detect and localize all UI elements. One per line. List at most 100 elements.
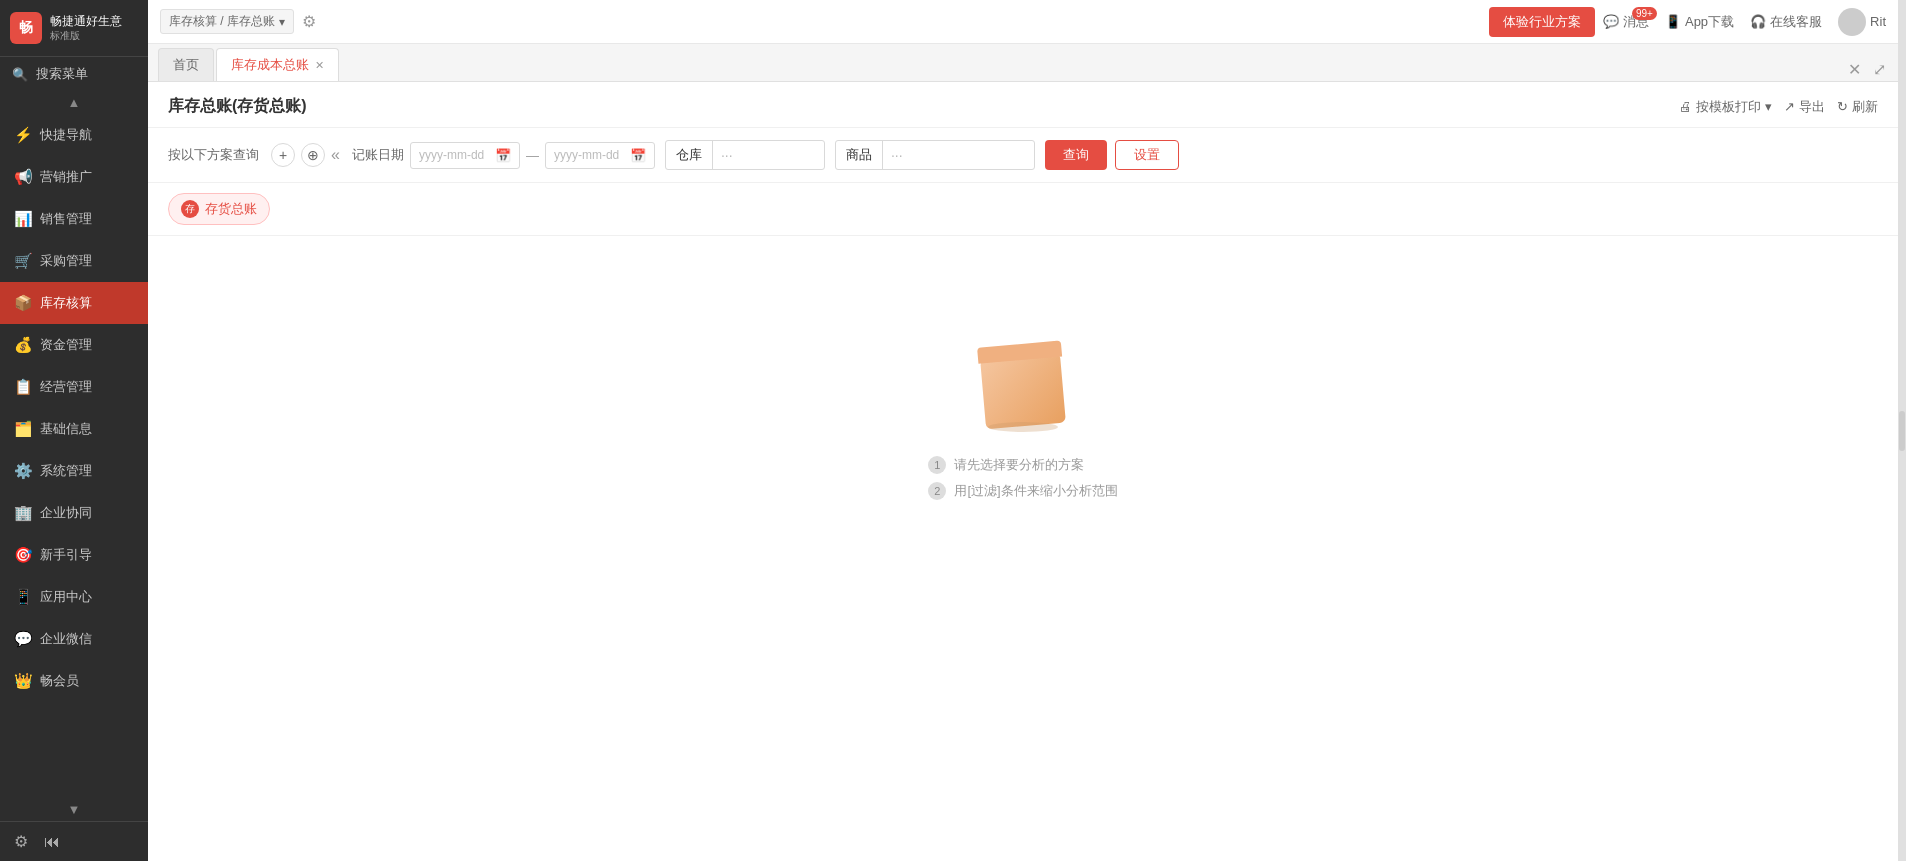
topbar-settings-icon[interactable]: ⚙ — [298, 8, 320, 35]
product-label: 商品 — [836, 141, 883, 169]
sidebar-item-purchase[interactable]: 🛒 采购管理 — [0, 240, 148, 282]
print-dropdown-icon: ▾ — [1765, 99, 1772, 114]
tab-inventory-ledger[interactable]: 库存成本总账 ✕ — [216, 48, 339, 81]
inventory-icon: 📦 — [14, 294, 32, 312]
sidebar-item-enterprise[interactable]: 🏢 企业协同 — [0, 492, 148, 534]
basic-info-icon: 🗂️ — [14, 420, 32, 438]
warehouse-more-icon[interactable]: ··· — [713, 142, 741, 168]
expand-panel-icon[interactable]: ⤢ — [1869, 58, 1890, 81]
settings-footer-icon[interactable]: ⚙ — [14, 832, 28, 851]
refresh-icon: ↻ — [1837, 99, 1848, 114]
sidebar-item-inventory[interactable]: 📦 库存核算 — [0, 282, 148, 324]
scheme-item-active[interactable]: 存 存货总账 — [168, 193, 270, 225]
logo-text: 畅捷通好生意 标准版 — [50, 14, 122, 43]
warehouse-filter[interactable]: 仓库 ··· — [665, 140, 825, 170]
breadcrumb[interactable]: 库存核算 / 库存总账 ▾ — [160, 9, 294, 34]
message-icon: 💬 — [1603, 14, 1619, 29]
operations-icon: 📋 — [14, 378, 32, 396]
empty-state: 1 请先选择要分析的方案 2 用[过滤]条件来缩小分析范围 — [148, 236, 1898, 580]
marketing-icon: 📢 — [14, 168, 32, 186]
industry-solution-button[interactable]: 体验行业方案 — [1489, 7, 1595, 37]
print-icon: 🖨 — [1679, 99, 1692, 114]
system-icon: ⚙️ — [14, 462, 32, 480]
settings-button[interactable]: 设置 — [1115, 140, 1179, 170]
warehouse-label: 仓库 — [666, 141, 713, 169]
sidebar-search[interactable]: 🔍 搜索菜单 — [0, 57, 148, 91]
hint-text-1: 请先选择要分析的方案 — [954, 456, 1084, 474]
tabs-bar: 首页 库存成本总账 ✕ ✕ ⤢ — [148, 44, 1898, 82]
close-panel-icon[interactable]: ✕ — [1844, 58, 1865, 81]
sidebar-item-sales[interactable]: 📊 销售管理 — [0, 198, 148, 240]
collapse-sidebar-icon[interactable]: ⏮ — [44, 833, 60, 851]
app-center-icon: 📱 — [14, 588, 32, 606]
resize-handle — [1899, 411, 1905, 451]
hint-text-2: 用[过滤]条件来缩小分析范围 — [954, 482, 1117, 500]
sidebar-item-operations[interactable]: 📋 经营管理 — [0, 366, 148, 408]
header-actions: 🖨 按模板打印 ▾ ↗ 导出 ↻ 刷新 — [1679, 98, 1878, 116]
message-badge: 99+ — [1632, 7, 1657, 20]
date-start-input[interactable]: yyyy-mm-dd 📅 — [410, 142, 520, 169]
scroll-up-btn[interactable]: ▲ — [0, 91, 148, 114]
app-download-btn[interactable]: 📱 App下载 — [1665, 13, 1734, 31]
scheme-selector: 存 存货总账 — [148, 183, 1898, 236]
product-filter[interactable]: 商品 ··· — [835, 140, 1035, 170]
page-header: 库存总账(存货总账) 🖨 按模板打印 ▾ ↗ 导出 ↻ 刷新 — [148, 82, 1898, 128]
filter-collapse-icon[interactable]: « — [331, 146, 340, 164]
date-separator: — — [526, 148, 539, 163]
refresh-btn[interactable]: ↻ 刷新 — [1837, 98, 1878, 116]
hint-num-1: 1 — [928, 456, 946, 474]
date-input-group: 记账日期 yyyy-mm-dd 📅 — yyyy-mm-dd 📅 — [352, 142, 655, 169]
sidebar-logo: 畅 畅捷通好生意 标准版 — [0, 0, 148, 57]
content-area: 库存总账(存货总账) 🖨 按模板打印 ▾ ↗ 导出 ↻ 刷新 按以下方案查询 — [148, 82, 1898, 861]
guide-icon: 🎯 — [14, 546, 32, 564]
filter-label: 按以下方案查询 — [168, 146, 259, 164]
sidebar-item-vip[interactable]: 👑 畅会员 — [0, 660, 148, 702]
tab-controls: ✕ ⤢ — [1844, 58, 1898, 81]
online-service-btn[interactable]: 🎧 在线客服 — [1750, 13, 1822, 31]
enterprise-icon: 🏢 — [14, 504, 32, 522]
empty-hints: 1 请先选择要分析的方案 2 用[过滤]条件来缩小分析范围 — [928, 456, 1117, 500]
filter-row: 记账日期 yyyy-mm-dd 📅 — yyyy-mm-dd 📅 仓库 ··· — [352, 140, 1179, 170]
search-icon: 🔍 — [12, 67, 28, 82]
sidebar-item-system[interactable]: ⚙️ 系统管理 — [0, 450, 148, 492]
export-btn[interactable]: ↗ 导出 — [1784, 98, 1825, 116]
filter-right-buttons: 查询 设置 — [1045, 140, 1179, 170]
product-more-icon[interactable]: ··· — [883, 142, 911, 168]
filter-add-button[interactable]: + — [271, 143, 295, 167]
sidebar-item-basic-info[interactable]: 🗂️ 基础信息 — [0, 408, 148, 450]
top-bar-right: 💬 消息 99+ 📱 App下载 🎧 在线客服 Rit — [1603, 8, 1886, 36]
top-bar-nav: 库存核算 / 库存总账 ▾ ⚙ — [160, 8, 1481, 35]
filter-actions: + ⊕ « — [271, 143, 340, 167]
message-btn[interactable]: 💬 消息 99+ — [1603, 13, 1649, 31]
calendar-start-icon[interactable]: 📅 — [495, 148, 511, 163]
user-avatar — [1838, 8, 1866, 36]
sidebar-item-app-center[interactable]: 📱 应用中心 — [0, 576, 148, 618]
finance-icon: 💰 — [14, 336, 32, 354]
sidebar-item-marketing[interactable]: 📢 营销推广 — [0, 156, 148, 198]
date-end-input[interactable]: yyyy-mm-dd 📅 — [545, 142, 655, 169]
right-panel-handle[interactable] — [1898, 0, 1906, 861]
breadcrumb-text: 库存核算 / 库存总账 — [169, 13, 275, 30]
sidebar: 畅 畅捷通好生意 标准版 🔍 搜索菜单 ▲ ⚡ 快捷导航 📢 营销推广 📊 销售… — [0, 0, 148, 861]
hint-item-2: 2 用[过滤]条件来缩小分析范围 — [928, 482, 1117, 500]
vip-icon: 👑 — [14, 672, 32, 690]
headset-icon: 🎧 — [1750, 14, 1766, 29]
filter-area: 按以下方案查询 + ⊕ « 记账日期 yyyy-mm-dd 📅 — yyyy-m… — [148, 128, 1898, 183]
print-template-btn[interactable]: 🖨 按模板打印 ▾ — [1679, 98, 1772, 116]
user-profile-btn[interactable]: Rit — [1838, 8, 1886, 36]
sidebar-item-finance[interactable]: 💰 资金管理 — [0, 324, 148, 366]
user-name: Rit — [1870, 14, 1886, 29]
sidebar-item-guide[interactable]: 🎯 新手引导 — [0, 534, 148, 576]
tab-close-icon[interactable]: ✕ — [315, 59, 324, 72]
sidebar-item-wechat[interactable]: 💬 企业微信 — [0, 618, 148, 660]
purchase-icon: 🛒 — [14, 252, 32, 270]
calendar-end-icon[interactable]: 📅 — [630, 148, 646, 163]
tab-home[interactable]: 首页 — [158, 48, 214, 81]
filter-more-button[interactable]: ⊕ — [301, 143, 325, 167]
query-button[interactable]: 查询 — [1045, 140, 1107, 170]
logo-icon: 畅 — [10, 12, 42, 44]
sidebar-footer: ⚙ ⏮ — [0, 821, 148, 861]
breadcrumb-chevron-icon: ▾ — [279, 15, 285, 29]
scroll-down-btn[interactable]: ▼ — [0, 798, 148, 821]
sidebar-item-quick-nav[interactable]: ⚡ 快捷导航 — [0, 114, 148, 156]
